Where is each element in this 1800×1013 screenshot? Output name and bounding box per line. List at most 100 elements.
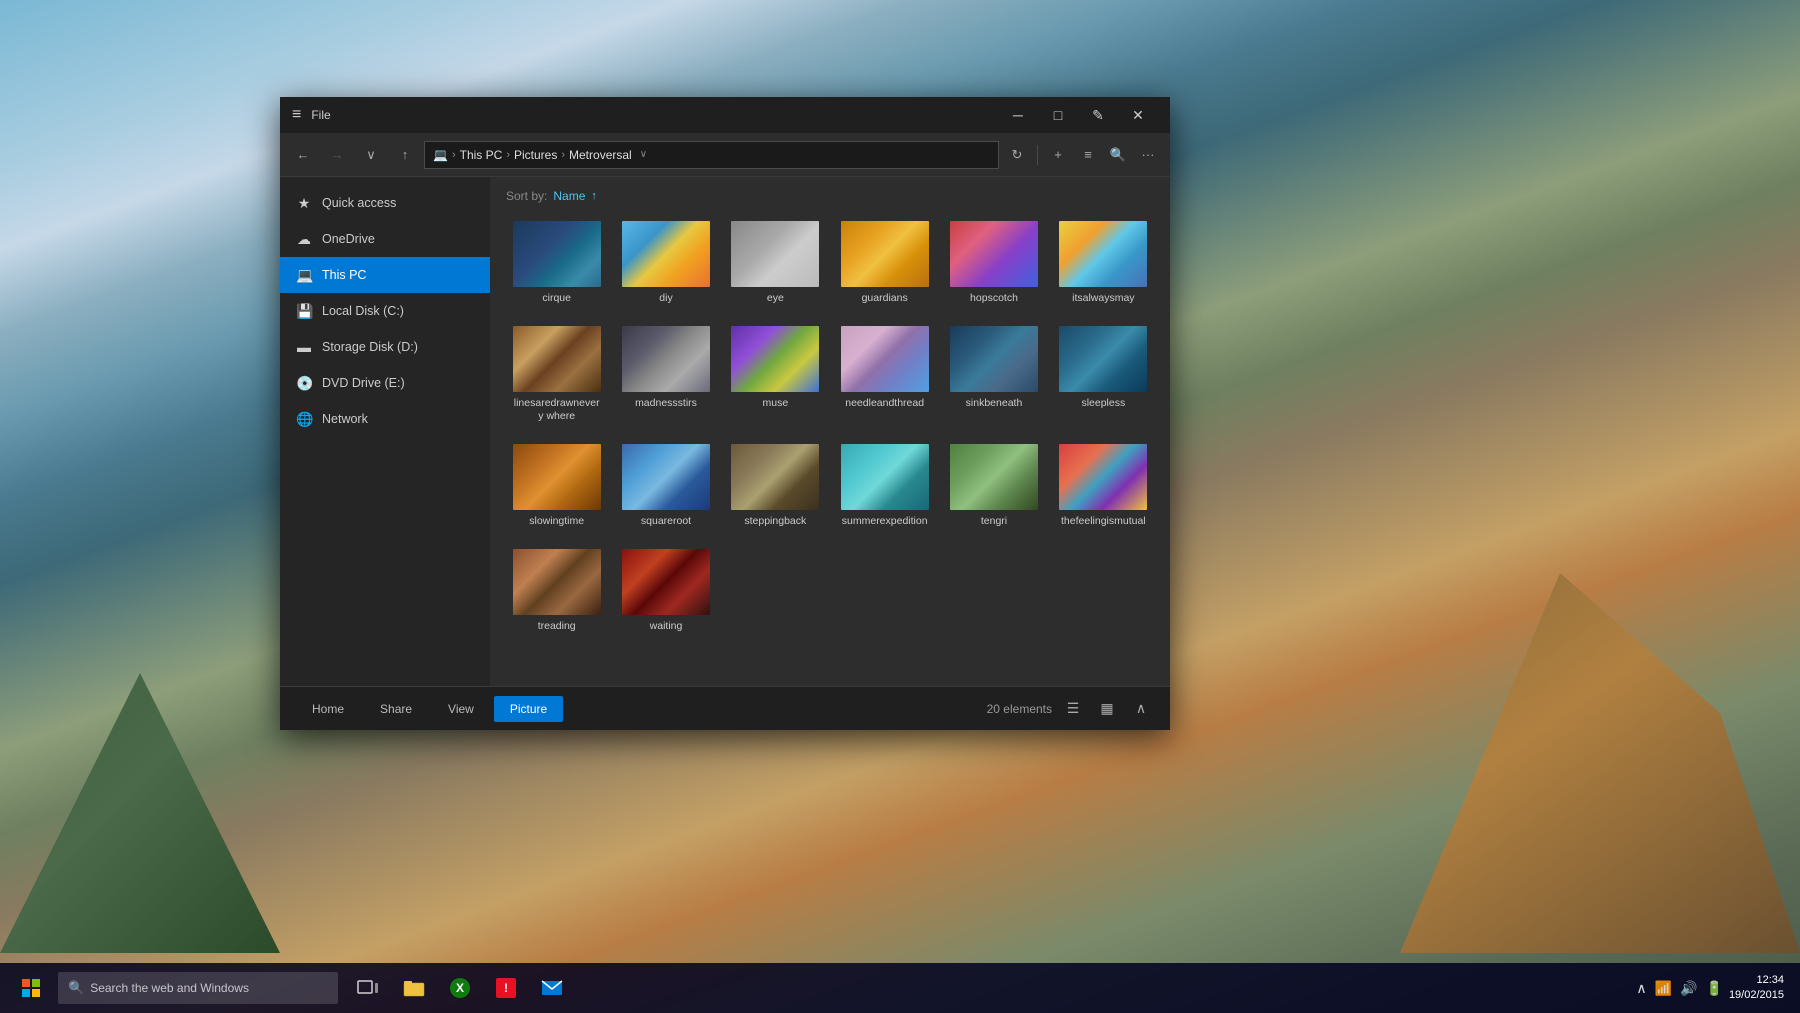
close-button[interactable]: ✕ bbox=[1118, 97, 1158, 133]
file-item-sinkbeneath[interactable]: sinkbeneath bbox=[943, 320, 1044, 430]
sidebar-item-label: Storage Disk (D:) bbox=[322, 340, 418, 354]
more-options-button[interactable]: ··· bbox=[1134, 141, 1162, 169]
maximize-button[interactable]: □ bbox=[1038, 97, 1078, 133]
dropdown-button[interactable]: ∨ bbox=[356, 141, 386, 169]
sidebar-item-onedrive[interactable]: ☁ OneDrive bbox=[280, 221, 490, 257]
expand-button[interactable]: ∧ bbox=[1128, 696, 1154, 722]
file-item-slowingtime[interactable]: slowingtime bbox=[506, 438, 607, 535]
volume-icon[interactable]: 🔊 bbox=[1680, 980, 1697, 997]
storage-disk-d-icon: ▬ bbox=[296, 339, 312, 355]
file-item-summerexpedition[interactable]: summerexpedition bbox=[834, 438, 935, 535]
search-button[interactable]: 🔍 bbox=[1104, 141, 1132, 169]
file-name-summerexpedition: summerexpedition bbox=[842, 515, 928, 529]
path-metroversal[interactable]: Metroversal bbox=[569, 148, 632, 162]
taskbar-app-file-explorer[interactable] bbox=[392, 965, 436, 1011]
path-dropdown-icon[interactable]: ∨ bbox=[640, 149, 647, 160]
up-button[interactable]: ↑ bbox=[390, 141, 420, 169]
file-item-needleandthread[interactable]: needleandthread bbox=[834, 320, 935, 430]
back-button[interactable]: ← bbox=[288, 141, 318, 169]
file-item-squareroot[interactable]: squareroot bbox=[615, 438, 716, 535]
file-item-eye[interactable]: eye bbox=[725, 215, 826, 312]
view-options-button[interactable]: ≡ bbox=[1074, 141, 1102, 169]
start-button[interactable] bbox=[8, 965, 54, 1011]
network-tray-icon: 📶 bbox=[1655, 980, 1672, 997]
edit-button[interactable]: ✎ bbox=[1078, 97, 1118, 133]
sidebar-item-label: DVD Drive (E:) bbox=[322, 376, 405, 390]
file-name-needleandthread: needleandthread bbox=[845, 397, 924, 411]
file-name-diy: diy bbox=[659, 292, 672, 306]
file-item-tengri[interactable]: tengri bbox=[943, 438, 1044, 535]
file-thumb-diy bbox=[622, 221, 710, 287]
file-item-sleepless[interactable]: sleepless bbox=[1053, 320, 1154, 430]
tab-home[interactable]: Home bbox=[296, 696, 360, 722]
path-pc[interactable]: 💻 bbox=[433, 148, 448, 162]
file-thumb-needleandthread bbox=[841, 326, 929, 392]
address-bar: ← → ∨ ↑ 💻 › This PC › Pictures › Metrove… bbox=[280, 133, 1170, 177]
taskbar-app-security[interactable]: ! bbox=[484, 965, 528, 1011]
search-icon: 🔍 bbox=[68, 980, 84, 996]
file-item-guardians[interactable]: guardians bbox=[834, 215, 935, 312]
path-this-pc[interactable]: This PC bbox=[460, 148, 503, 162]
ribbon: Home Share View Picture 20 elements ☰ ▦ … bbox=[280, 686, 1170, 730]
file-item-muse[interactable]: muse bbox=[725, 320, 826, 430]
sidebar-item-network[interactable]: 🌐 Network bbox=[280, 401, 490, 437]
system-tray-icons: ∧ 📶 🔊 🔋 bbox=[1636, 980, 1723, 997]
onedrive-icon: ☁ bbox=[296, 231, 312, 248]
file-name-tengri: tengri bbox=[981, 515, 1007, 529]
clock[interactable]: 12:34 19/02/2015 bbox=[1729, 973, 1784, 1004]
refresh-button[interactable]: ↻ bbox=[1003, 141, 1031, 169]
taskbar-app-task-view[interactable] bbox=[346, 965, 390, 1011]
sidebar-item-this-pc[interactable]: 💻 This PC bbox=[280, 257, 490, 293]
dvd-drive-e-icon: 💿 bbox=[296, 375, 312, 392]
file-item-hopscotch[interactable]: hopscotch bbox=[943, 215, 1044, 312]
path-pictures[interactable]: Pictures bbox=[514, 148, 557, 162]
file-item-waiting[interactable]: waiting bbox=[615, 543, 716, 640]
this-pc-icon: 💻 bbox=[296, 267, 312, 284]
sidebar-item-quick-access[interactable]: ★ Quick access bbox=[280, 185, 490, 221]
file-thumb-tengri bbox=[950, 444, 1038, 510]
sidebar-item-storage-disk-d[interactable]: ▬ Storage Disk (D:) bbox=[280, 329, 490, 365]
taskbar-app-xbox[interactable]: X bbox=[438, 965, 482, 1011]
sort-name-button[interactable]: Name bbox=[553, 189, 585, 203]
quick-access-icon: ★ bbox=[296, 195, 312, 212]
file-name-eye: eye bbox=[767, 292, 784, 306]
file-item-steppingback[interactable]: steppingback bbox=[725, 438, 826, 535]
title-bar: ≡ File ─ □ ✎ ✕ bbox=[280, 97, 1170, 133]
hide-icons-button[interactable]: ∧ bbox=[1636, 980, 1646, 997]
file-item-linesaredrawnevery[interactable]: linesaredrawnevery where bbox=[506, 320, 607, 430]
search-bar[interactable]: 🔍 Search the web and Windows bbox=[58, 972, 338, 1004]
address-path[interactable]: 💻 › This PC › Pictures › Metroversal ∨ bbox=[424, 141, 999, 169]
window-title: File bbox=[311, 108, 330, 122]
content-area: ★ Quick access ☁ OneDrive 💻 This PC 💾 Lo… bbox=[280, 177, 1170, 686]
taskbar-app-mail[interactable] bbox=[530, 965, 574, 1011]
grid-view-button[interactable]: ▦ bbox=[1094, 696, 1120, 722]
window-controls: ─ □ ✎ ✕ bbox=[998, 97, 1158, 133]
file-item-diy[interactable]: diy bbox=[615, 215, 716, 312]
sidebar-item-local-disk-c[interactable]: 💾 Local Disk (C:) bbox=[280, 293, 490, 329]
list-view-button[interactable]: ☰ bbox=[1060, 696, 1086, 722]
sidebar-item-dvd-drive-e[interactable]: 💿 DVD Drive (E:) bbox=[280, 365, 490, 401]
file-name-waiting: waiting bbox=[650, 620, 683, 634]
file-name-cirque: cirque bbox=[542, 292, 571, 306]
file-item-treading[interactable]: treading bbox=[506, 543, 607, 640]
file-item-madnessstirs[interactable]: madnessstirs bbox=[615, 320, 716, 430]
forward-button[interactable]: → bbox=[322, 141, 352, 169]
file-thumb-slowingtime bbox=[513, 444, 601, 510]
file-thumb-summerexpedition bbox=[841, 444, 929, 510]
file-item-thefeelingismutual[interactable]: thefeelingismutual bbox=[1053, 438, 1154, 535]
new-folder-button[interactable]: + bbox=[1044, 141, 1072, 169]
file-item-itsalwaysmay[interactable]: itsalwaysmay bbox=[1053, 215, 1154, 312]
address-divider bbox=[1037, 145, 1038, 165]
tab-share[interactable]: Share bbox=[364, 696, 428, 722]
taskbar-apps: X ! bbox=[346, 965, 574, 1011]
file-item-cirque[interactable]: cirque bbox=[506, 215, 607, 312]
file-name-treading: treading bbox=[538, 620, 576, 634]
file-thumb-waiting bbox=[622, 549, 710, 615]
tab-picture[interactable]: Picture bbox=[494, 696, 563, 722]
tab-view[interactable]: View bbox=[432, 696, 490, 722]
file-explorer-window: ≡ File ─ □ ✎ ✕ ← → ∨ ↑ 💻 › This PC › Pic… bbox=[280, 97, 1170, 730]
minimize-button[interactable]: ─ bbox=[998, 97, 1038, 133]
file-thumb-hopscotch bbox=[950, 221, 1038, 287]
sidebar: ★ Quick access ☁ OneDrive 💻 This PC 💾 Lo… bbox=[280, 177, 490, 686]
menu-icon[interactable]: ≡ bbox=[292, 106, 301, 124]
